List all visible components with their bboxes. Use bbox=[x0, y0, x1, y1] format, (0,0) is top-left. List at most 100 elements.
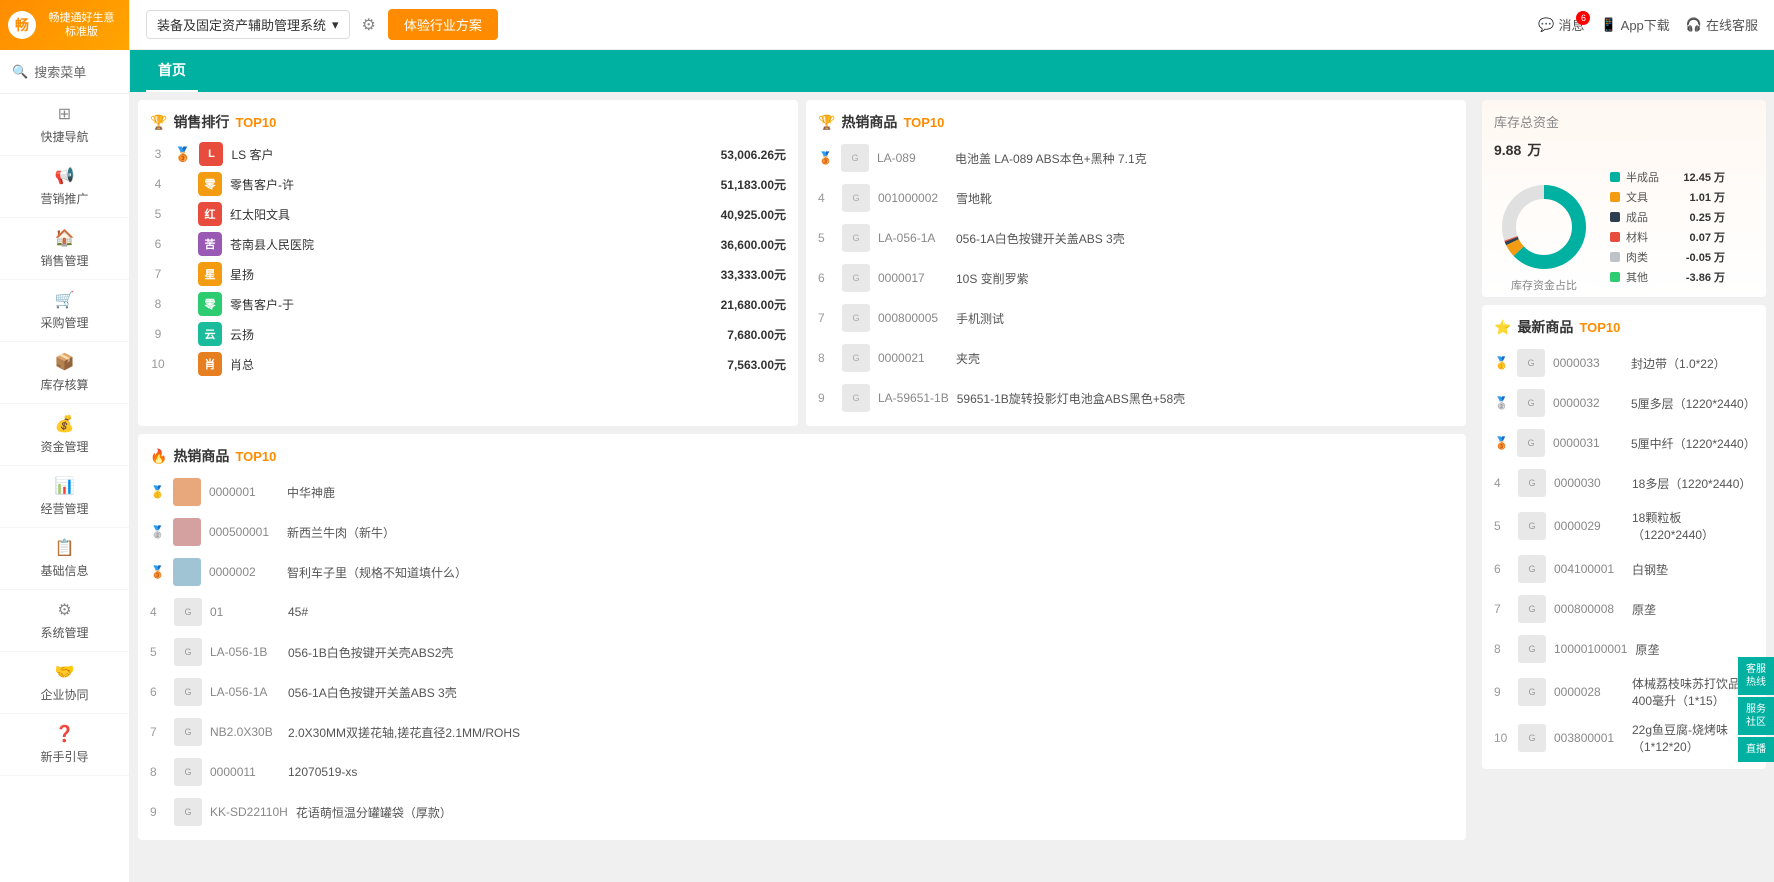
legend-value: -3.86 万 bbox=[1665, 269, 1725, 285]
new-product-item: 9 G 0000028 体械荔枝味苏打饮品400毫升（1*15） bbox=[1494, 673, 1754, 711]
donut-svg bbox=[1494, 177, 1594, 277]
rank-item: 8 零 零售客户-于 21,680.00元 bbox=[150, 292, 786, 316]
customer-amount: 40,925.00元 bbox=[721, 206, 786, 223]
rank-number: 3 bbox=[150, 147, 166, 161]
legend-dot bbox=[1610, 232, 1620, 242]
customer-name: 红太阳文具 bbox=[230, 206, 713, 223]
product-thumb bbox=[173, 558, 201, 586]
sidebar-item-finance[interactable]: 💰资金管理 bbox=[0, 404, 129, 466]
medal-icon: 🥇 bbox=[1494, 356, 1509, 370]
rank-number: 10 bbox=[150, 357, 166, 371]
search-menu-button[interactable]: 🔍 搜索菜单 bbox=[8, 58, 121, 85]
main-area: 装备及固定资产辅助管理系统 ▾ ⚙ 体验行业方案 💬 消息 6 📱 App下载 … bbox=[130, 0, 1774, 882]
sidebar-item-guide[interactable]: ❓新手引导 bbox=[0, 714, 129, 776]
product-code: LA-056-1B bbox=[210, 645, 280, 659]
product-code: 001000002 bbox=[878, 191, 948, 205]
new-products-card: ⭐ 最新商品 TOP10 🥇 G 0000033 封边带（1.0*22） 🥈 G… bbox=[1482, 305, 1766, 769]
hot-top10-label-r: TOP10 bbox=[903, 115, 944, 130]
product-name: 18多层（1220*2440） bbox=[1632, 475, 1754, 492]
sidebar-item-marketing[interactable]: 📢营销推广 bbox=[0, 156, 129, 218]
product-code: 003800001 bbox=[1554, 731, 1624, 745]
customer-amount: 36,600.00元 bbox=[721, 236, 786, 253]
nav-label-quick-nav: 快捷导航 bbox=[40, 128, 88, 145]
top10-label: TOP10 bbox=[235, 115, 276, 130]
rank-num: 8 bbox=[818, 351, 834, 365]
product-thumb: G bbox=[1518, 678, 1546, 706]
sidebar-item-system[interactable]: ⚙系统管理 bbox=[0, 590, 129, 652]
sidebar: 畅 畅捷通好生意 标准版 🔍 搜索菜单 ⊞快捷导航📢营销推广🏠销售管理🛒采购管理… bbox=[0, 0, 130, 882]
product-item: 6 G LA-056-1A 056-1A白色按键开关盖ABS 3壳 bbox=[150, 676, 1454, 708]
medal-icon: 🥈 bbox=[150, 525, 165, 539]
customer-amount: 7,680.00元 bbox=[727, 326, 786, 343]
product-name: 056-1A白色按键开关盖ABS 3壳 bbox=[288, 684, 1454, 701]
message-button[interactable]: 💬 消息 6 bbox=[1538, 15, 1584, 34]
product-code: KK-SD22110H bbox=[210, 805, 288, 819]
system-selector[interactable]: 装备及固定资产辅助管理系统 ▾ bbox=[146, 10, 350, 39]
sidebar-item-purchase[interactable]: 🛒采购管理 bbox=[0, 280, 129, 342]
product-thumb: G bbox=[1518, 724, 1546, 752]
nav-icon-system: ⚙ bbox=[57, 600, 71, 620]
product-code: 0000029 bbox=[1554, 519, 1624, 533]
product-item: 5 G LA-056-1A 056-1A白色按键开关盖ABS 3壳 bbox=[818, 222, 1454, 254]
nav-label-purchase: 采购管理 bbox=[40, 314, 88, 331]
app-download-button[interactable]: 📱 App下载 bbox=[1600, 15, 1669, 34]
product-name: 花语萌恒温分罐罐袋（厚款） bbox=[296, 804, 1454, 821]
trial-button[interactable]: 体验行业方案 bbox=[388, 9, 498, 40]
legend-name: 肉类 bbox=[1626, 249, 1659, 265]
sidebar-item-operation[interactable]: 📊经营管理 bbox=[0, 466, 129, 528]
product-thumb: G bbox=[1518, 469, 1546, 497]
product-name: 59651-1B旋转投影灯电池盒ABS黑色+58壳 bbox=[957, 390, 1454, 407]
nav-icon-sales: 🏠 bbox=[55, 228, 75, 248]
product-code: LA-056-1A bbox=[878, 231, 948, 245]
product-thumb: G bbox=[1518, 595, 1546, 623]
rank-item: 4 零 零售客户-许 51,183.00元 bbox=[150, 172, 786, 196]
legend-dot bbox=[1610, 172, 1620, 182]
float-btn-1[interactable]: 服务 社区 bbox=[1738, 697, 1774, 735]
nav-icon-inventory: 📦 bbox=[55, 352, 75, 372]
rank-number: 6 bbox=[150, 237, 166, 251]
sidebar-search[interactable]: 🔍 搜索菜单 bbox=[0, 50, 129, 94]
nav-label-inventory: 库存核算 bbox=[40, 376, 88, 393]
rank-num: 6 bbox=[1494, 562, 1510, 576]
content-body: 🏆 销售排行 TOP10 3 🥉 L LS 客户 53,006.26元 4 零 … bbox=[130, 92, 1774, 882]
topbar-actions: 💬 消息 6 📱 App下载 🎧 在线客服 bbox=[1538, 15, 1758, 34]
customer-avatar: 肖 bbox=[198, 352, 222, 376]
customer-name: 云扬 bbox=[230, 326, 719, 343]
product-thumb: G bbox=[842, 304, 870, 332]
new-product-item: 8 G 10000100001 原垄 bbox=[1494, 633, 1754, 665]
donut-label: 库存资金占比 bbox=[1511, 277, 1577, 293]
float-btn-2[interactable]: 直播 bbox=[1738, 737, 1774, 762]
float-btn-0[interactable]: 客服 热线 bbox=[1738, 657, 1774, 695]
sidebar-item-sales[interactable]: 🏠 销售管理 bbox=[0, 218, 129, 280]
new-products-list: 🥇 G 0000033 封边带（1.0*22） 🥈 G 0000032 5厘多层… bbox=[1494, 347, 1754, 757]
product-thumb: G bbox=[1517, 349, 1545, 377]
product-name: 5厘多层（1220*2440） bbox=[1631, 395, 1754, 412]
rank-number: 4 bbox=[150, 177, 166, 191]
product-thumb: G bbox=[1518, 512, 1546, 540]
product-thumb: G bbox=[841, 144, 869, 172]
product-item: 8 G 0000021 夹壳 bbox=[818, 342, 1454, 374]
sidebar-item-cooperation[interactable]: 🤝企业协同 bbox=[0, 652, 129, 714]
nav-label-sales: 销售管理 bbox=[40, 252, 88, 269]
hot-products-right-label: 热销商品 bbox=[841, 112, 897, 132]
rank-num: 8 bbox=[1494, 642, 1510, 656]
sidebar-item-inventory[interactable]: 📦 库存核算 bbox=[0, 342, 129, 404]
product-item: 7 G NB2.0X30B 2.0X30MM双搓花轴,搓花直径2.1MM/ROH… bbox=[150, 716, 1454, 748]
tab-home[interactable]: 首页 bbox=[146, 50, 198, 92]
nav-icon-marketing: 📢 bbox=[55, 166, 75, 186]
new-product-item: 4 G 0000030 18多层（1220*2440） bbox=[1494, 467, 1754, 499]
rank-num: 4 bbox=[818, 191, 834, 205]
donut-section: 库存资金占比 半成品 12.45 万 文具 1.01 万 成品 0.25 万 材… bbox=[1494, 169, 1754, 285]
sidebar-item-quick-nav[interactable]: ⊞快捷导航 bbox=[0, 94, 129, 156]
online-service-button[interactable]: 🎧 在线客服 bbox=[1686, 15, 1758, 34]
product-thumb: G bbox=[174, 678, 202, 706]
customer-name: 零售客户-许 bbox=[230, 176, 713, 193]
settings-icon[interactable]: ⚙ bbox=[362, 15, 376, 35]
rank-num: 5 bbox=[1494, 519, 1510, 533]
product-thumb: G bbox=[842, 184, 870, 212]
new-product-item: 🥉 G 0000031 5厘中纤（1220*2440） bbox=[1494, 427, 1754, 459]
customer-amount: 51,183.00元 bbox=[721, 176, 786, 193]
rank-num: 6 bbox=[818, 271, 834, 285]
sidebar-item-basic-info[interactable]: 📋基础信息 bbox=[0, 528, 129, 590]
product-item: 🥈 000500001 新西兰牛肉（新牛） bbox=[150, 516, 1454, 548]
